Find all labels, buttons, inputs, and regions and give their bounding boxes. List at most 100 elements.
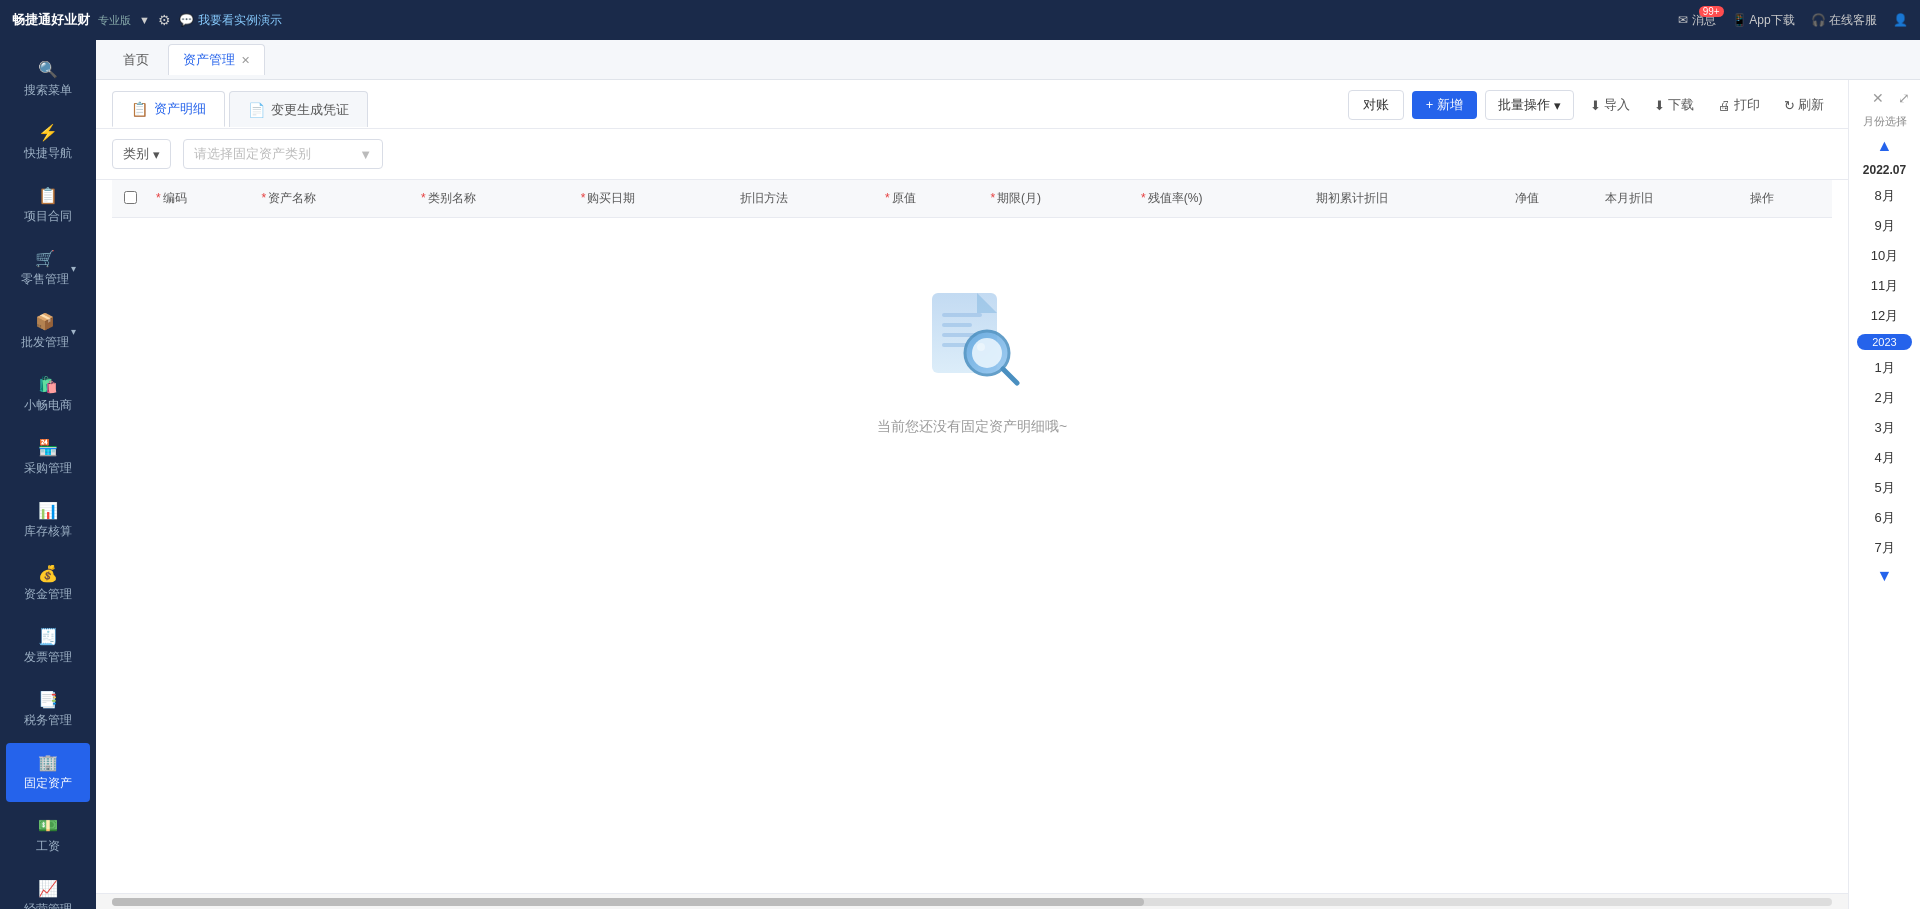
category-filter[interactable]: 类别 ▾ <box>112 139 171 169</box>
month-panel: ✕ ⤢ 月份选择 ▲ 2022.07 8月 9月 10月 11月 12月 202… <box>1848 80 1920 909</box>
app-download-btn[interactable]: 📱 App下载 <box>1732 12 1795 29</box>
print-button[interactable]: 🖨 打印 <box>1710 91 1768 119</box>
sidebar-item-retail[interactable]: 🛒 零售管理 ▾ <box>6 239 90 298</box>
table-header-row: *编码 *资产名称 *类别名称 *购买日期 折旧方法 *原值 *期限(月) *残… <box>112 180 1832 218</box>
empty-state: 当前您还没有固定资产明细哦~ <box>112 218 1832 496</box>
month-12[interactable]: 12月 <box>1849 301 1920 331</box>
month-8[interactable]: 8月 <box>1849 181 1920 211</box>
demo-link-text: 我要看实例演示 <box>198 12 282 29</box>
empty-illustration <box>912 278 1032 398</box>
empty-text: 当前您还没有固定资产明细哦~ <box>877 418 1067 436</box>
empty-row: 当前您还没有固定资产明细哦~ <box>112 218 1832 497</box>
download-label: 下载 <box>1668 96 1694 114</box>
subtab-asset-detail[interactable]: 📋 资产明细 <box>112 91 225 127</box>
sidebar-item-fixed-assets[interactable]: 🏢 固定资产 <box>6 743 90 802</box>
col-code: *编码 <box>148 180 253 218</box>
month-2023-6[interactable]: 6月 <box>1849 503 1920 533</box>
scroll-thumb[interactable] <box>112 898 1144 906</box>
reconcile-button[interactable]: 对账 <box>1348 90 1404 120</box>
refresh-label: 刷新 <box>1798 96 1824 114</box>
batch-arrow-icon: ▾ <box>1554 98 1561 113</box>
col-purchase-date: *购买日期 <box>573 180 733 218</box>
sidebar-item-ecommerce[interactable]: 🛍️ 小畅电商 <box>6 365 90 424</box>
tab-bar: 首页 资产管理 ✕ <box>96 40 1920 80</box>
sidebar-item-inventory[interactable]: 📊 库存核算 <box>6 491 90 550</box>
sidebar-item-operations[interactable]: 📈 经营管理 <box>6 869 90 909</box>
panel-controls: ✕ ⤢ <box>1849 86 1920 110</box>
search-menu-icon: 🔍 <box>10 60 86 79</box>
download-button[interactable]: ⬇ 下载 <box>1646 91 1702 119</box>
import-icon: ⬇ <box>1590 98 1601 113</box>
col-depreciation-method: 折旧方法 <box>732 180 877 218</box>
month-2023-3[interactable]: 3月 <box>1849 413 1920 443</box>
month-10[interactable]: 10月 <box>1849 241 1920 271</box>
batch-button[interactable]: 批量操作 ▾ <box>1485 90 1574 120</box>
sidebar-item-project-contract[interactable]: 📋 项目合同 <box>6 176 90 235</box>
company-dropdown[interactable]: ▼ <box>139 14 150 26</box>
month-2023-7[interactable]: 7月 <box>1849 533 1920 563</box>
sidebar-item-salary[interactable]: 💵 工资 <box>6 806 90 865</box>
month-11[interactable]: 11月 <box>1849 271 1920 301</box>
sidebar-item-label: 采购管理 <box>10 460 86 477</box>
sidebar-item-label: 库存核算 <box>10 523 86 540</box>
wholesale-icon: 📦 <box>21 312 69 331</box>
finance-icon: 💰 <box>10 564 86 583</box>
retail-icon: 🛒 <box>21 249 69 268</box>
scroll-track[interactable] <box>112 898 1832 906</box>
sidebar-item-label: 固定资产 <box>10 775 86 792</box>
col-asset-name: *资产名称 <box>253 180 413 218</box>
month-2023-2[interactable]: 2月 <box>1849 383 1920 413</box>
sidebar-item-search-menu[interactable]: 🔍 搜索菜单 <box>6 50 90 109</box>
refresh-button[interactable]: ↻ 刷新 <box>1776 91 1832 119</box>
svg-point-7 <box>972 338 1002 368</box>
subtab-change-voucher[interactable]: 📄 变更生成凭证 <box>229 91 368 127</box>
tab-asset-management[interactable]: 资产管理 ✕ <box>168 44 265 75</box>
sidebar-item-purchase[interactable]: 🏪 采购管理 <box>6 428 90 487</box>
demo-link[interactable]: 💬 我要看实例演示 <box>179 12 282 29</box>
sidebar-item-label: 项目合同 <box>10 208 86 225</box>
online-service-btn[interactable]: 🎧 在线客服 <box>1811 12 1877 29</box>
month-2023-1[interactable]: 1月 <box>1849 353 1920 383</box>
expand-panel-icon[interactable]: ⤢ <box>1892 88 1916 108</box>
col-monthly-depreciation: 本月折旧 <box>1597 180 1742 218</box>
sidebar-item-finance[interactable]: 💰 资金管理 <box>6 554 90 613</box>
main-layout: 🔍 搜索菜单 ⚡ 快捷导航 📋 项目合同 🛒 零售管理 ▾ 📦 批发管理 ▾ <box>0 40 1920 909</box>
import-button[interactable]: ⬇ 导入 <box>1582 91 1638 119</box>
month-2023-4[interactable]: 4月 <box>1849 443 1920 473</box>
sidebar-item-label: 税务管理 <box>10 712 86 729</box>
ecommerce-icon: 🛍️ <box>10 375 86 394</box>
col-operation: 操作 <box>1742 180 1832 218</box>
sidebar-item-wholesale[interactable]: 📦 批发管理 ▾ <box>6 302 90 361</box>
month-9[interactable]: 9月 <box>1849 211 1920 241</box>
month-prev-icon[interactable]: ▲ <box>1873 133 1897 159</box>
sidebar-item-invoice[interactable]: 🧾 发票管理 <box>6 617 90 676</box>
close-tab-icon[interactable]: ✕ <box>241 54 250 67</box>
settings-icon[interactable]: ⚙ <box>158 12 171 28</box>
col-category-name: *类别名称 <box>413 180 573 218</box>
table-wrap: *编码 *资产名称 *类别名称 *购买日期 折旧方法 *原值 *期限(月) *残… <box>96 180 1848 893</box>
top-bar-right: ✉ 消息 99+ 📱 App下载 🎧 在线客服 👤 <box>1678 12 1908 29</box>
add-button[interactable]: + 新增 <box>1412 91 1477 119</box>
online-service-label: 在线客服 <box>1829 13 1877 27</box>
phone-icon: 📱 <box>1732 13 1747 27</box>
invoice-icon: 🧾 <box>10 627 86 646</box>
import-label: 导入 <box>1604 96 1630 114</box>
top-bar: 畅捷通好业财 专业版 ▼ ⚙ 💬 我要看实例演示 ✉ 消息 99+ 📱 App下… <box>0 0 1920 40</box>
home-tab-label: 首页 <box>123 51 149 69</box>
tab-home[interactable]: 首页 <box>108 44 164 75</box>
sidebar-item-label: 经营管理 <box>10 901 86 909</box>
user-avatar[interactable]: 👤 <box>1893 13 1908 27</box>
fixed-assets-icon: 🏢 <box>10 753 86 772</box>
month-2023-5[interactable]: 5月 <box>1849 473 1920 503</box>
sidebar-item-quick-nav[interactable]: ⚡ 快捷导航 <box>6 113 90 172</box>
month-next-icon[interactable]: ▼ <box>1873 563 1897 589</box>
app-download-label: App下载 <box>1749 13 1794 27</box>
assets-table: *编码 *资产名称 *类别名称 *购买日期 折旧方法 *原值 *期限(月) *残… <box>112 180 1832 496</box>
messages-btn[interactable]: ✉ 消息 99+ <box>1678 12 1715 29</box>
category-input-wrap[interactable]: 请选择固定资产类别 ▼ <box>183 139 383 169</box>
sidebar-item-tax[interactable]: 📑 税务管理 <box>6 680 90 739</box>
select-all-checkbox[interactable] <box>124 191 137 204</box>
close-panel-icon[interactable]: ✕ <box>1866 88 1890 108</box>
filter-arrow-icon: ▾ <box>153 147 160 162</box>
asset-tab-label: 资产管理 <box>183 51 235 69</box>
